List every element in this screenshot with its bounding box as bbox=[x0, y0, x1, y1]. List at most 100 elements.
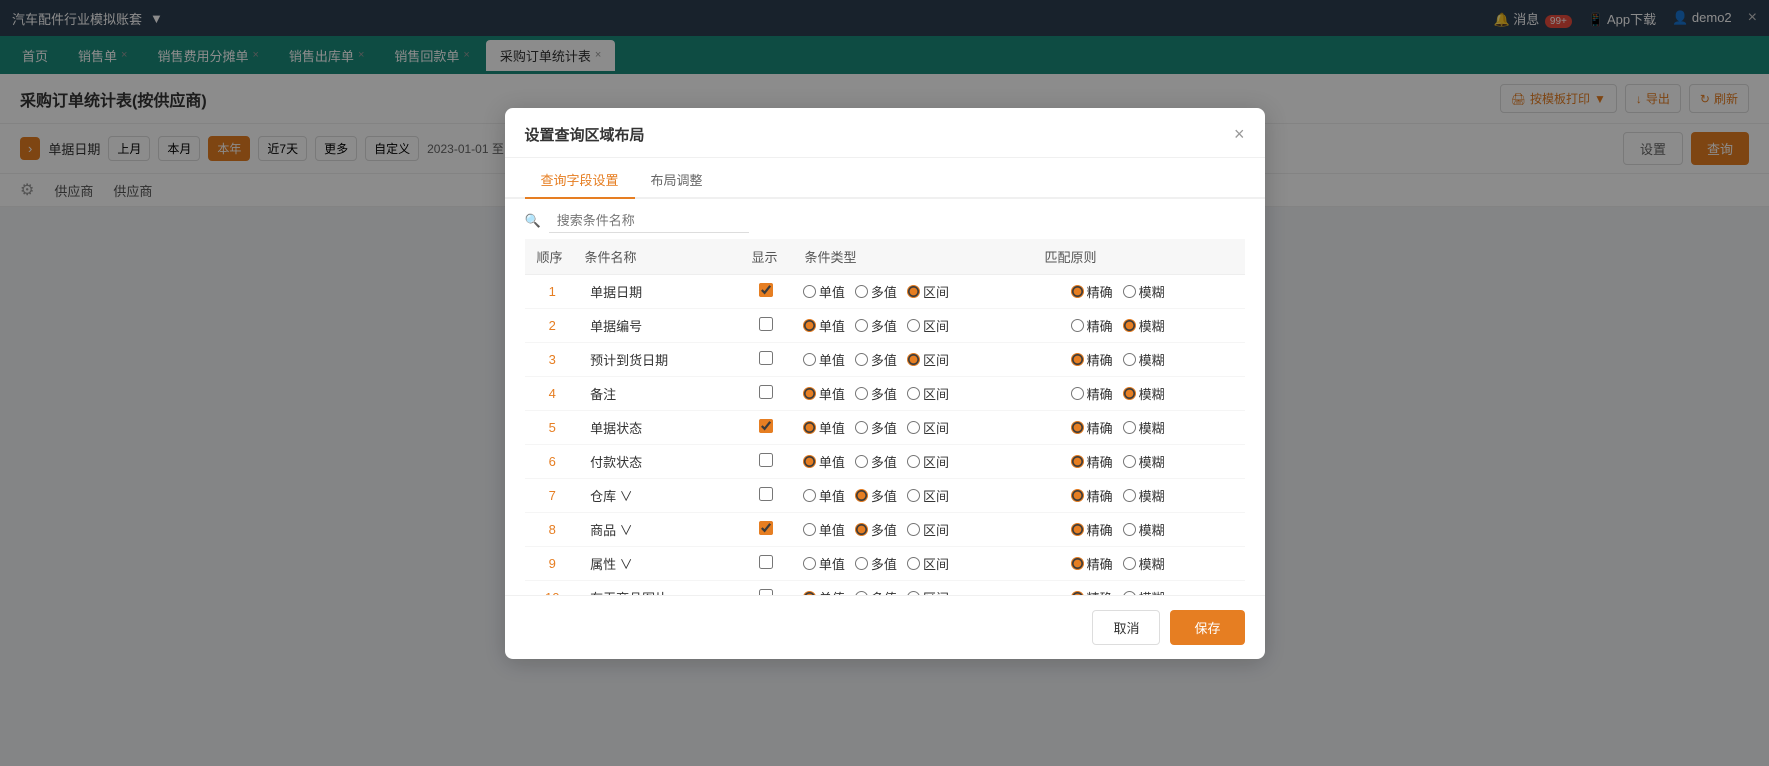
row-checkbox-8[interactable] bbox=[759, 555, 773, 569]
row-match-fuzzy-4[interactable]: 模糊 bbox=[1123, 418, 1165, 437]
row-checkbox-6[interactable] bbox=[759, 487, 773, 501]
search-input[interactable] bbox=[549, 209, 749, 233]
row-display-2[interactable] bbox=[738, 342, 793, 376]
row-match-group-4: 精确 模糊 bbox=[1071, 418, 1235, 437]
row-match-1: 精确 模糊 bbox=[1061, 308, 1245, 342]
row-type-multi-2[interactable]: 多值 bbox=[855, 350, 897, 369]
row-type-range-9[interactable]: 区间 bbox=[907, 588, 949, 595]
modal-header: 设置查询区域布局 × bbox=[505, 108, 1265, 158]
row-type-single-1[interactable]: 单值 bbox=[803, 316, 845, 335]
modal-tab-query-fields[interactable]: 查询字段设置 bbox=[525, 162, 635, 199]
row-display-4[interactable] bbox=[738, 410, 793, 444]
row-display-8[interactable] bbox=[738, 546, 793, 580]
row-type-multi-6[interactable]: 多值 bbox=[855, 486, 897, 505]
row-match-fuzzy-9[interactable]: 模糊 bbox=[1123, 588, 1165, 595]
row-checkbox-1[interactable] bbox=[759, 317, 773, 331]
row-type-range-2[interactable]: 区间 bbox=[907, 350, 949, 369]
row-display-7[interactable] bbox=[738, 512, 793, 546]
row-checkbox-0[interactable] bbox=[759, 283, 773, 297]
row-type-single-8[interactable]: 单值 bbox=[803, 554, 845, 573]
row-type-multi-9[interactable]: 多值 bbox=[855, 588, 897, 595]
row-checkbox-5[interactable] bbox=[759, 453, 773, 467]
row-type-multi-5[interactable]: 多值 bbox=[855, 452, 897, 471]
row-name-7: 商品 ∨ bbox=[580, 512, 738, 546]
row-display-1[interactable] bbox=[738, 308, 793, 342]
row-type-multi-0[interactable]: 多值 bbox=[855, 282, 897, 301]
row-match-exact-3[interactable]: 精确 bbox=[1071, 384, 1113, 403]
row-match-exact-8[interactable]: 精确 bbox=[1071, 554, 1113, 573]
row-checkbox-3[interactable] bbox=[759, 385, 773, 399]
row-match-fuzzy-6[interactable]: 模糊 bbox=[1123, 486, 1165, 505]
row-match-exact-7[interactable]: 精确 bbox=[1071, 520, 1113, 539]
row-type-single-3[interactable]: 单值 bbox=[803, 384, 845, 403]
row-match-exact-2[interactable]: 精确 bbox=[1071, 350, 1113, 369]
row-type-single-2[interactable]: 单值 bbox=[803, 350, 845, 369]
row-type-range-7[interactable]: 区间 bbox=[907, 520, 949, 539]
row-match-exact-1[interactable]: 精确 bbox=[1071, 316, 1113, 335]
save-button[interactable]: 保存 bbox=[1170, 610, 1244, 645]
row-type-single-0[interactable]: 单值 bbox=[803, 282, 845, 301]
modal-table: 顺序 条件名称 显示 条件类型 匹配原则 1 单据日期 bbox=[505, 239, 1265, 595]
table-row: 7 仓库 ∨ 单值 多值 区间 bbox=[525, 478, 1245, 512]
row-type-multi-7[interactable]: 多值 bbox=[855, 520, 897, 539]
row-match-fuzzy-7[interactable]: 模糊 bbox=[1123, 520, 1165, 539]
col-display: 显示 bbox=[735, 239, 795, 275]
row-name-9: 有无商品图片 bbox=[580, 580, 738, 595]
row-name-4: 单据状态 bbox=[580, 410, 738, 444]
row-type-single-9[interactable]: 单值 bbox=[803, 588, 845, 595]
row-match-fuzzy-8[interactable]: 模糊 bbox=[1123, 554, 1165, 573]
row-type-range-3[interactable]: 区间 bbox=[907, 384, 949, 403]
row-type-range-8[interactable]: 区间 bbox=[907, 554, 949, 573]
row-type-single-4[interactable]: 单值 bbox=[803, 418, 845, 437]
modal-close-button[interactable]: × bbox=[1234, 125, 1245, 143]
row-name-8: 属性 ∨ bbox=[580, 546, 738, 580]
table-row: 9 属性 ∨ 单值 多值 区间 bbox=[525, 546, 1245, 580]
row-checkbox-2[interactable] bbox=[759, 351, 773, 365]
row-checkbox-7[interactable] bbox=[759, 521, 773, 535]
row-match-exact-6[interactable]: 精确 bbox=[1071, 486, 1113, 505]
row-match-group-3: 精确 模糊 bbox=[1071, 384, 1235, 403]
row-type-multi-8[interactable]: 多值 bbox=[855, 554, 897, 573]
row-match-exact-0[interactable]: 精确 bbox=[1071, 282, 1113, 301]
row-display-6[interactable] bbox=[738, 478, 793, 512]
row-type-group-9: 单值 多值 区间 bbox=[803, 588, 1051, 595]
settings-modal: 设置查询区域布局 × 查询字段设置 布局调整 🔍 顺序 条件名称 bbox=[505, 108, 1265, 659]
row-type-range-0[interactable]: 区间 bbox=[907, 282, 949, 301]
row-display-5[interactable] bbox=[738, 444, 793, 478]
row-match-fuzzy-1[interactable]: 模糊 bbox=[1123, 316, 1165, 335]
table-row: 8 商品 ∨ 单值 多值 区间 bbox=[525, 512, 1245, 546]
row-match-exact-9[interactable]: 精确 bbox=[1071, 588, 1113, 595]
row-type-group-5: 单值 多值 区间 bbox=[803, 452, 1051, 471]
row-name-5: 付款状态 bbox=[580, 444, 738, 478]
row-match-exact-4[interactable]: 精确 bbox=[1071, 418, 1113, 437]
row-type-single-5[interactable]: 单值 bbox=[803, 452, 845, 471]
row-checkbox-4[interactable] bbox=[759, 419, 773, 433]
row-display-3[interactable] bbox=[738, 376, 793, 410]
col-name: 条件名称 bbox=[575, 239, 735, 275]
modal-tab-layout[interactable]: 布局调整 bbox=[635, 162, 719, 199]
row-type-group-6: 单值 多值 区间 bbox=[803, 486, 1051, 505]
table-row: 4 备注 单值 多值 区间 bbox=[525, 376, 1245, 410]
row-order-7: 8 bbox=[525, 512, 581, 546]
row-type-multi-1[interactable]: 多值 bbox=[855, 316, 897, 335]
row-type-range-5[interactable]: 区间 bbox=[907, 452, 949, 471]
row-type-range-6[interactable]: 区间 bbox=[907, 486, 949, 505]
row-type-range-1[interactable]: 区间 bbox=[907, 316, 949, 335]
row-type-multi-4[interactable]: 多值 bbox=[855, 418, 897, 437]
table-row: 2 单据编号 单值 多值 区间 bbox=[525, 308, 1245, 342]
row-type-single-7[interactable]: 单值 bbox=[803, 520, 845, 539]
row-match-9: 精确 模糊 bbox=[1061, 580, 1245, 595]
row-match-5: 精确 模糊 bbox=[1061, 444, 1245, 478]
row-display-0[interactable] bbox=[738, 275, 793, 309]
row-match-fuzzy-3[interactable]: 模糊 bbox=[1123, 384, 1165, 403]
row-match-exact-5[interactable]: 精确 bbox=[1071, 452, 1113, 471]
row-match-fuzzy-2[interactable]: 模糊 bbox=[1123, 350, 1165, 369]
row-display-9[interactable] bbox=[738, 580, 793, 595]
row-match-fuzzy-5[interactable]: 模糊 bbox=[1123, 452, 1165, 471]
modal-table-head: 顺序 条件名称 显示 条件类型 匹配原则 bbox=[525, 239, 1245, 275]
cancel-button[interactable]: 取消 bbox=[1092, 610, 1160, 645]
row-type-range-4[interactable]: 区间 bbox=[907, 418, 949, 437]
row-type-single-6[interactable]: 单值 bbox=[803, 486, 845, 505]
row-type-multi-3[interactable]: 多值 bbox=[855, 384, 897, 403]
row-match-fuzzy-0[interactable]: 模糊 bbox=[1123, 282, 1165, 301]
